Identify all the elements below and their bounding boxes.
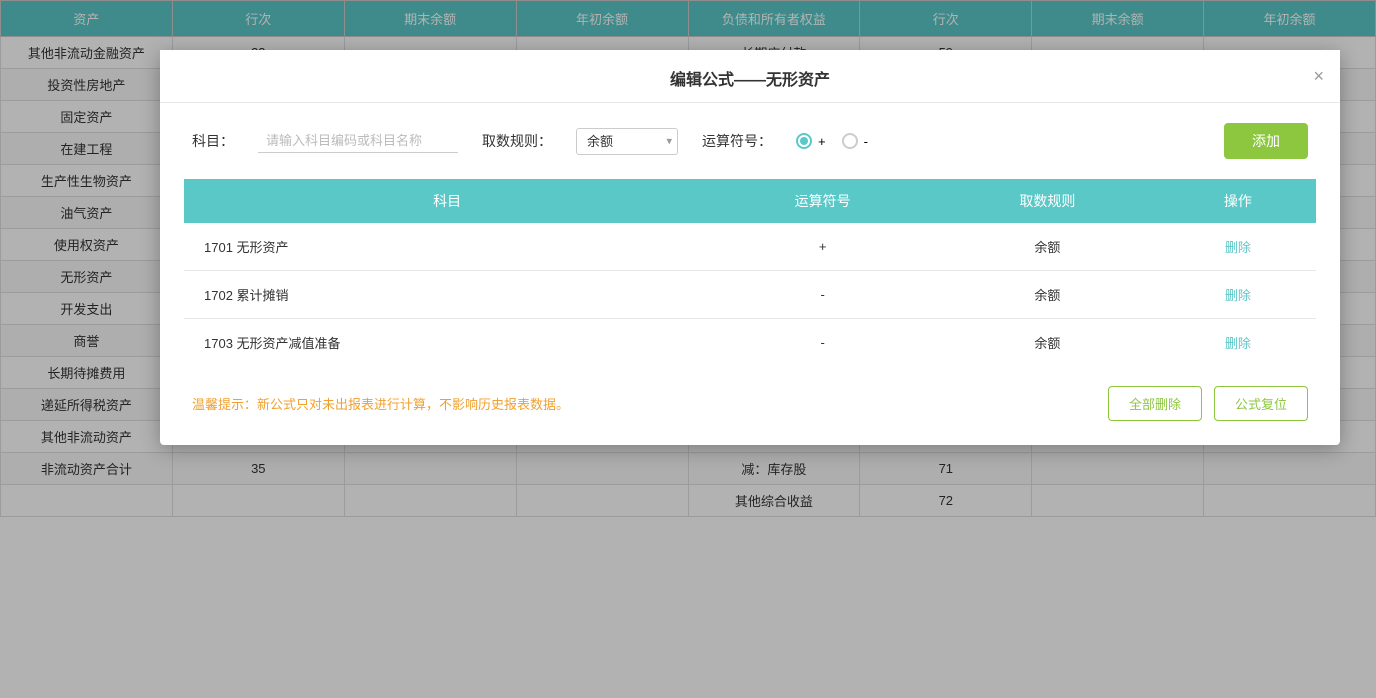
formula-rule: 余额: [935, 271, 1160, 319]
formula-subject: 1701 无形资产: [184, 223, 710, 271]
rule-label: 取数规则：: [482, 131, 552, 151]
radio-plus-label: +: [818, 134, 826, 149]
close-button[interactable]: ×: [1313, 67, 1324, 85]
formula-action: 删除: [1160, 271, 1316, 319]
delete-row-button[interactable]: 删除: [1225, 336, 1251, 351]
radio-minus[interactable]: -: [842, 133, 868, 149]
hint-text: 温馨提示：新公式只对未出报表进行计算，不影响历史报表数据。: [192, 394, 569, 413]
rule-select-wrapper[interactable]: 余额 借方 贷方 借方发生额 贷方发生额: [576, 128, 678, 155]
operator-label: 运算符号：: [702, 131, 772, 151]
modal-title: 编辑公式——无形资产: [670, 72, 830, 89]
form-row: 科目： 取数规则： 余额 借方 贷方 借方发生额 贷方发生额 运算符号： + -…: [160, 103, 1340, 179]
modal-footer: 温馨提示：新公式只对未出报表进行计算，不影响历史报表数据。 全部删除 公式复位: [160, 366, 1340, 421]
formula-operator: -: [710, 271, 935, 319]
edit-formula-modal: 编辑公式——无形资产 × 科目： 取数规则： 余额 借方 贷方 借方发生额 贷方…: [160, 50, 1340, 445]
modal-table-header: 科目: [184, 179, 710, 223]
formula-row: 1702 累计摊销-余额 删除: [184, 271, 1316, 319]
modal-table-wrapper: 科目运算符号取数规则操作 1701 无形资产+余额删除1702 累计摊销-余额删…: [184, 179, 1316, 366]
reset-formula-button[interactable]: 公式复位: [1214, 386, 1308, 421]
delete-row-button[interactable]: 删除: [1225, 288, 1251, 303]
formula-subject: 1702 累计摊销: [184, 271, 710, 319]
formula-subject: 1703 无形资产减值准备: [184, 319, 710, 367]
formula-operator: -: [710, 319, 935, 367]
formula-action: 删除: [1160, 319, 1316, 367]
formula-row: 1701 无形资产+余额 删除: [184, 223, 1316, 271]
radio-plus[interactable]: +: [796, 133, 826, 149]
operator-radio-group: + -: [796, 133, 868, 149]
modal-header: 编辑公式——无形资产 ×: [160, 50, 1340, 103]
radio-plus-circle: [796, 133, 812, 149]
radio-minus-circle: [842, 133, 858, 149]
subject-input[interactable]: [258, 129, 458, 153]
radio-minus-label: -: [864, 134, 868, 149]
subject-label: 科目：: [192, 131, 234, 151]
formula-rule: 余额: [935, 223, 1160, 271]
formula-table: 科目运算符号取数规则操作 1701 无形资产+余额删除1702 累计摊销-余额删…: [184, 179, 1316, 366]
formula-action: 删除: [1160, 223, 1316, 271]
formula-rule: 余额: [935, 319, 1160, 367]
rule-select[interactable]: 余额 借方 贷方 借方发生额 贷方发生额: [576, 128, 678, 155]
delete-row-button[interactable]: 删除: [1225, 240, 1251, 255]
footer-buttons: 全部删除 公式复位: [1108, 386, 1308, 421]
delete-all-button[interactable]: 全部删除: [1108, 386, 1202, 421]
modal-table-header: 取数规则: [935, 179, 1160, 223]
modal-table-header: 操作: [1160, 179, 1316, 223]
formula-row: 1703 无形资产减值准备-余额 删除: [184, 319, 1316, 367]
modal-table-header: 运算符号: [710, 179, 935, 223]
add-button[interactable]: 添加: [1224, 123, 1308, 159]
formula-operator: +: [710, 223, 935, 271]
